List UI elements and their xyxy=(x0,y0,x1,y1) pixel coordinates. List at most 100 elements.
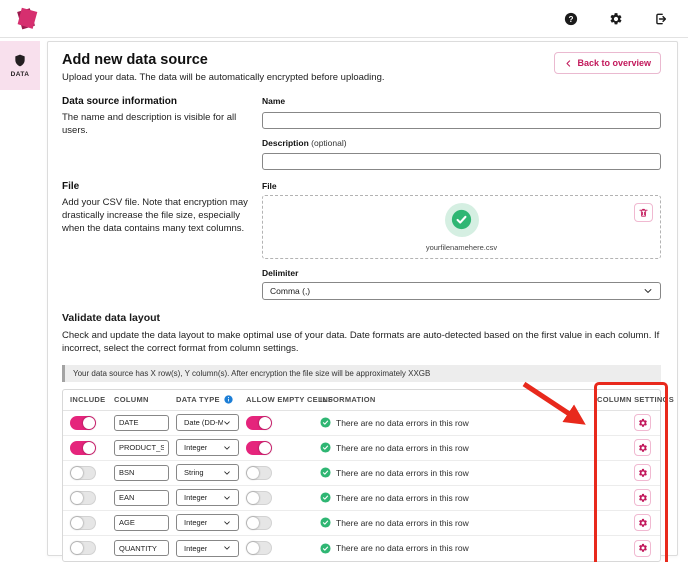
row-information-text: There are no data errors in this row xyxy=(336,543,469,554)
allow-empty-toggle[interactable] xyxy=(246,440,272,455)
gear-icon xyxy=(638,418,648,428)
chevron-down-icon xyxy=(643,286,653,296)
check-circle-icon xyxy=(320,492,331,503)
header-data-type: DATA TYPE xyxy=(169,395,239,404)
row-information-text: There are no data errors in this row xyxy=(336,517,469,528)
chevron-down-icon xyxy=(223,544,231,552)
row-information-text: There are no data errors in this row xyxy=(336,467,469,478)
description-label: Description (optional) xyxy=(262,137,347,148)
page-subtitle: Upload your data. The data will be autom… xyxy=(62,72,385,83)
app-logo[interactable] xyxy=(12,4,42,34)
chevron-down-icon xyxy=(223,444,231,452)
column-name-input[interactable] xyxy=(114,540,169,557)
remove-file-button[interactable] xyxy=(634,203,653,222)
file-dropzone[interactable]: yourfilenamehere.csv xyxy=(262,195,661,259)
table-row: Integer There are no data errors in this… xyxy=(63,486,660,511)
data-summary-notice: Your data source has X row(s), Y column(… xyxy=(62,364,661,382)
include-toggle[interactable] xyxy=(70,515,96,530)
help-button[interactable] xyxy=(564,12,578,26)
data-type-value: Integer xyxy=(184,518,208,528)
file-heading: File xyxy=(62,181,80,192)
table-row: Date (DD-MM-YYYY) There are no data erro… xyxy=(63,411,660,436)
data-type-select[interactable]: String xyxy=(176,464,239,482)
header-column-settings: COLUMN SETTINGS xyxy=(597,395,674,405)
validate-heading: Validate data layout xyxy=(62,312,161,324)
check-circle-icon xyxy=(320,417,331,428)
include-toggle[interactable] xyxy=(70,490,96,505)
header-allow-empty-cells: ALLOW EMPTY CELLS xyxy=(246,395,334,405)
data-type-value: Date (DD-MM-YYYY) xyxy=(184,418,223,428)
column-name-input[interactable] xyxy=(114,514,169,531)
section-data-source-info: Data source information The name and des… xyxy=(62,96,661,170)
topbar-actions xyxy=(564,12,668,26)
app-window: DATA Add new data source Upload your dat… xyxy=(0,0,688,562)
data-type-select[interactable]: Integer xyxy=(176,514,239,532)
page-title: Add new data source xyxy=(62,52,208,68)
column-table-wrapper: INCLUDE COLUMN DATA TYPE ALLOW EMPTY CEL… xyxy=(62,381,674,562)
column-settings-button[interactable] xyxy=(634,414,651,432)
description-input[interactable] xyxy=(262,153,661,170)
data-type-value: Integer xyxy=(184,543,208,553)
table-row: Integer There are no data errors in this… xyxy=(63,436,660,461)
include-toggle[interactable] xyxy=(70,440,96,455)
delimiter-value: Comma (,) xyxy=(270,286,311,296)
back-to-overview-button[interactable]: Back to overview xyxy=(554,52,661,74)
main-panel: Add new data source Upload your data. Th… xyxy=(47,41,678,562)
gear-icon xyxy=(638,543,648,553)
chevron-down-icon xyxy=(223,494,231,502)
info-icon[interactable] xyxy=(224,395,233,404)
chevron-down-icon xyxy=(223,419,231,427)
column-settings-button[interactable] xyxy=(634,464,651,482)
table-header-row: INCLUDE COLUMN DATA TYPE ALLOW EMPTY CEL… xyxy=(63,390,674,411)
gear-icon xyxy=(638,493,648,503)
data-type-select[interactable]: Integer xyxy=(176,439,239,457)
chevron-down-icon xyxy=(223,469,231,477)
delimiter-select[interactable]: Comma (,) xyxy=(262,282,661,300)
check-circle-icon xyxy=(320,517,331,528)
check-circle-icon xyxy=(451,209,472,230)
help-icon xyxy=(564,12,578,26)
gear-icon xyxy=(638,518,648,528)
logout-icon xyxy=(654,12,668,26)
row-information-text: There are no data errors in this row xyxy=(336,442,469,453)
allow-empty-toggle[interactable] xyxy=(246,490,272,505)
header-information: INFORMATION xyxy=(320,395,376,405)
section-validate-layout: Validate data layout Check and update th… xyxy=(62,312,661,382)
trash-icon xyxy=(638,207,649,218)
logout-button[interactable] xyxy=(654,12,668,26)
file-description: Add your CSV file. Note that encryption … xyxy=(62,197,248,234)
data-type-value: Integer xyxy=(184,493,208,503)
allow-empty-toggle[interactable] xyxy=(246,465,272,480)
sidebar-item-label: DATA xyxy=(10,71,30,78)
include-toggle[interactable] xyxy=(70,415,96,430)
column-name-input[interactable] xyxy=(114,489,169,506)
column-settings-button[interactable] xyxy=(634,439,651,457)
name-input[interactable] xyxy=(262,111,661,129)
column-settings-button[interactable] xyxy=(634,514,651,532)
include-toggle[interactable] xyxy=(70,465,96,480)
table-row: Integer There are no data errors in this… xyxy=(63,536,660,561)
data-source-info-heading: Data source information xyxy=(62,96,178,107)
sidebar-item-data[interactable]: DATA xyxy=(0,41,40,90)
allow-empty-toggle[interactable] xyxy=(246,515,272,530)
data-type-value: String xyxy=(184,468,204,478)
validate-description: Check and update the data layout to make… xyxy=(62,330,660,355)
include-toggle[interactable] xyxy=(70,541,96,556)
shield-icon xyxy=(13,53,27,68)
section-file: File Add your CSV file. Note that encryp… xyxy=(62,181,661,300)
allow-empty-toggle[interactable] xyxy=(246,415,272,430)
data-type-select[interactable]: Date (DD-MM-YYYY) xyxy=(176,414,239,432)
column-settings-button[interactable] xyxy=(634,489,651,507)
column-settings-button[interactable] xyxy=(634,539,651,557)
column-name-input[interactable] xyxy=(114,464,169,481)
data-type-select[interactable]: Integer xyxy=(176,489,239,507)
allow-empty-toggle[interactable] xyxy=(246,541,272,556)
settings-button[interactable] xyxy=(609,12,623,26)
column-name-input[interactable] xyxy=(114,439,169,456)
check-circle-icon xyxy=(320,467,331,478)
uploaded-file-name: yourfilenamehere.csv xyxy=(425,242,498,252)
column-name-input[interactable] xyxy=(114,414,169,431)
gear-icon xyxy=(638,443,648,453)
gear-icon xyxy=(638,468,648,478)
data-type-select[interactable]: Integer xyxy=(176,539,239,557)
